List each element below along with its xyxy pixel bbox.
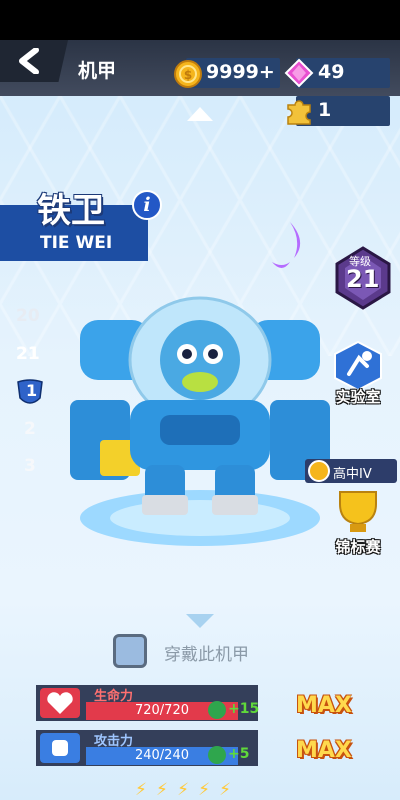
lab-label: 实验室: [335, 388, 381, 406]
championship-label: 锦标赛: [335, 538, 381, 556]
tier-item-3[interactable]: 3: [24, 456, 36, 476]
stat-row-health: 生命力 720/720 +15: [36, 685, 260, 721]
lightning-icon: ⚡: [156, 780, 168, 800]
level-item-21[interactable]: 21: [16, 344, 40, 364]
heart-icon: [40, 688, 80, 718]
coin-value: 9999+: [206, 61, 275, 83]
level-badge-value: 21: [346, 265, 380, 293]
championship-button[interactable]: 锦标赛: [322, 488, 394, 560]
gem-icon: [284, 58, 314, 88]
puzzle-value: 1: [318, 99, 332, 121]
puzzle-piece-icon: [287, 100, 311, 125]
mech-robot-image: [70, 296, 330, 546]
stat-increment: +15: [228, 701, 260, 717]
medal-icon: [308, 460, 330, 482]
lab-icon: [334, 340, 382, 390]
mech-name: 铁卫: [37, 191, 105, 231]
svg-text:$: $: [184, 68, 192, 82]
wear-checkbox[interactable]: [113, 634, 147, 668]
back-arrow-icon: [19, 48, 39, 74]
lightning-icon: ⚡: [198, 780, 211, 800]
tier-item-1[interactable]: 1: [26, 381, 37, 400]
back-button[interactable]: [0, 40, 68, 82]
stat-increment: +5: [228, 746, 250, 762]
max-label[interactable]: MAX: [296, 738, 352, 763]
rank-tag: 高中IV: [305, 459, 397, 483]
energy-bolts: ⚡ ⚡ ⚡ ⚡ ⚡: [135, 780, 235, 800]
lightning-icon: ⚡: [219, 780, 232, 800]
lightning-icon: ⚡: [177, 780, 189, 800]
page-title: 机甲: [78, 60, 117, 82]
scroll-down-arrow-icon[interactable]: [186, 614, 214, 628]
stat-row-attack: 攻击力 240/240 +5: [36, 730, 258, 766]
info-button[interactable]: i: [132, 190, 162, 220]
fist-icon: [40, 733, 80, 763]
wear-label: 穿戴此机甲: [164, 645, 249, 665]
moon-decoration-icon: [272, 222, 301, 268]
lab-button[interactable]: 实验室: [322, 340, 394, 410]
max-label[interactable]: MAX: [296, 693, 352, 718]
trophy-icon: [339, 491, 377, 532]
lightning-icon: ⚡: [135, 780, 147, 800]
level-item-20[interactable]: 20: [16, 306, 40, 326]
mech-name-english: TIE WEI: [40, 233, 113, 253]
scroll-up-arrow-icon[interactable]: [187, 107, 213, 121]
rank-label: 高中IV: [333, 467, 372, 482]
status-bar: [0, 0, 400, 40]
tier-item-2[interactable]: 2: [24, 419, 36, 439]
gem-value: 49: [318, 61, 345, 83]
upgrade-arrow-icon: [208, 746, 226, 764]
upgrade-arrow-icon: [208, 701, 226, 719]
coin-icon: $: [174, 60, 202, 88]
